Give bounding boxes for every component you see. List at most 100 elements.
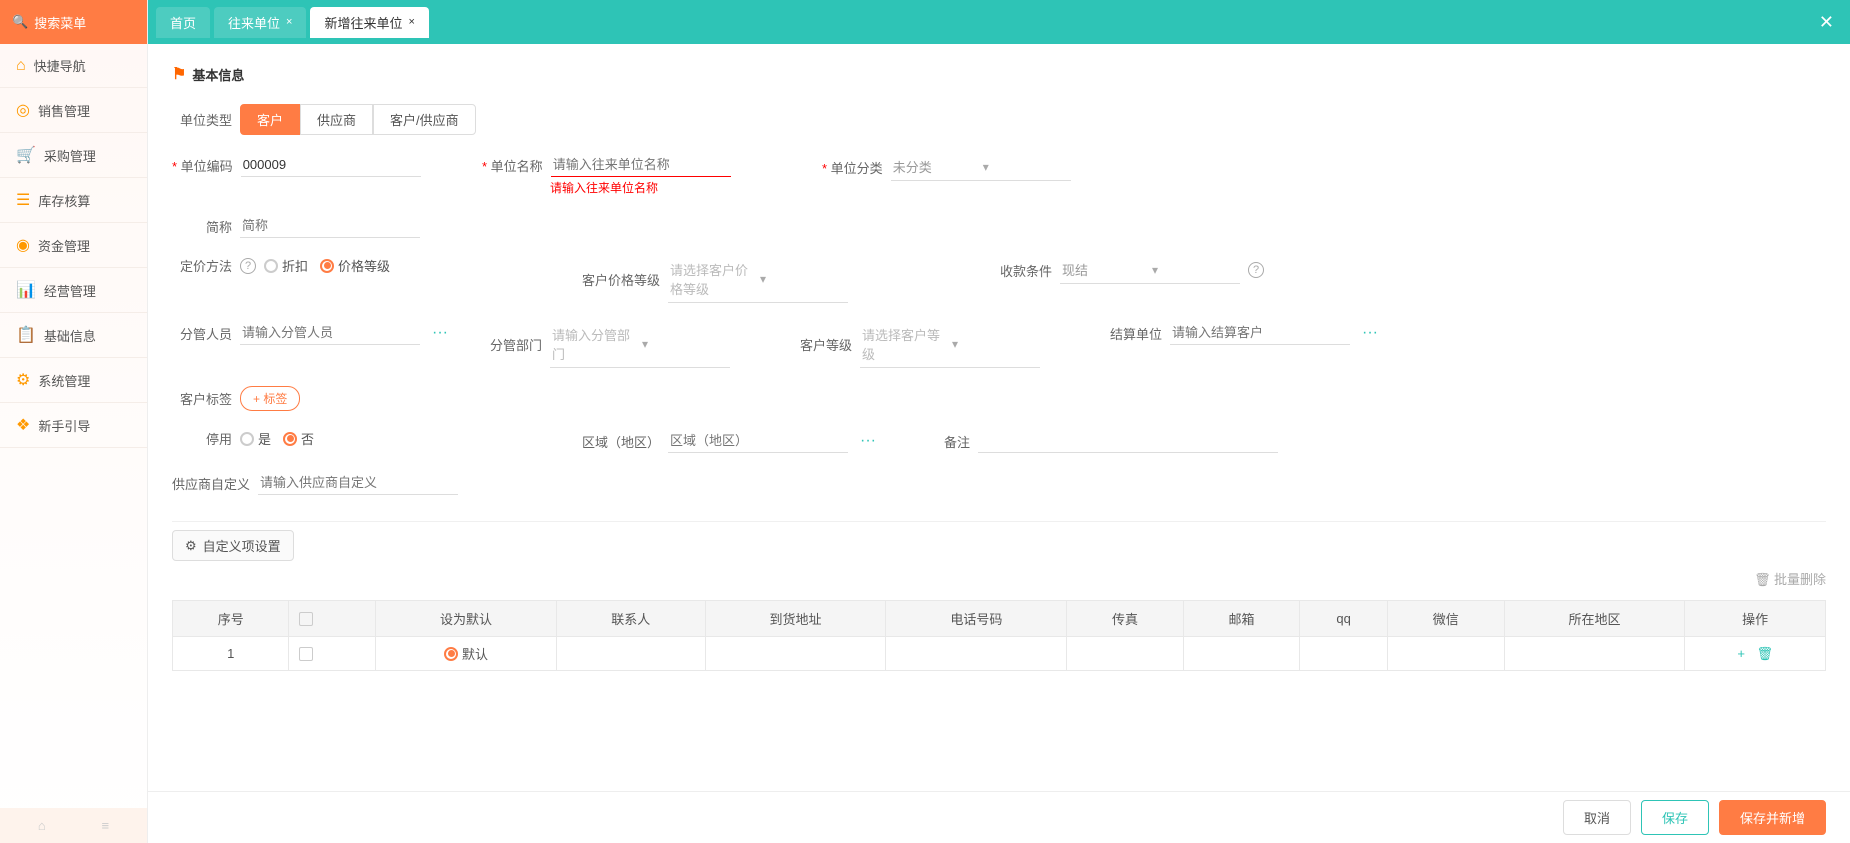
sidebar-item-finance[interactable]: ◉ 资金管理 bbox=[0, 223, 147, 268]
sidebar-item-label: 经营管理 bbox=[44, 281, 96, 300]
sidebar-item-sales[interactable]: ◎ 销售管理 bbox=[0, 88, 147, 133]
payment-terms-help-icon[interactable]: ? bbox=[1248, 262, 1264, 278]
short-name-input[interactable] bbox=[240, 214, 420, 238]
unit-type-row: 单位类型 客户 供应商 客户/供应商 bbox=[172, 104, 1826, 135]
settlement-ellipsis-btn[interactable]: ··· bbox=[1358, 324, 1382, 342]
region-input[interactable] bbox=[668, 429, 848, 453]
code-input[interactable] bbox=[241, 153, 421, 177]
cell-contact bbox=[556, 637, 705, 671]
customer-price-level-select[interactable]: 请选择客户价格等级 ▾ bbox=[668, 256, 848, 303]
tab-new-contact-close[interactable]: × bbox=[408, 16, 414, 28]
pricing-help-icon[interactable]: ? bbox=[240, 258, 256, 274]
table-header-row: 序号 设为默认 联系人 到货地址 电话号码 传真 邮箱 qq 微信 所在地区 操… bbox=[173, 601, 1826, 637]
disabled-no-option[interactable]: 否 bbox=[283, 429, 314, 448]
unit-type-group: 客户 供应商 客户/供应商 bbox=[240, 104, 476, 135]
add-row-btn[interactable]: + bbox=[1737, 646, 1745, 661]
remark-field: 备注 bbox=[910, 429, 1278, 453]
payment-terms-arrow-icon: ▾ bbox=[1152, 263, 1238, 277]
tab-new-contact-label: 新增往来单位 bbox=[324, 13, 402, 32]
tab-contacts[interactable]: 往来单位 × bbox=[214, 7, 306, 38]
col-index: 序号 bbox=[173, 601, 289, 637]
custom-settings-button[interactable]: ⚙ 自定义项设置 bbox=[172, 530, 294, 561]
unit-type-both-btn[interactable]: 客户/供应商 bbox=[373, 104, 476, 135]
sidebar-item-guide[interactable]: ❖ 新手引导 bbox=[0, 403, 147, 448]
default-radio[interactable] bbox=[444, 647, 458, 661]
purchase-icon: 🛒 bbox=[16, 145, 36, 165]
pricing-level-label: 价格等级 bbox=[338, 256, 390, 275]
code-label: 单位编码 bbox=[172, 156, 233, 175]
sidebar-item-label: 销售管理 bbox=[38, 101, 90, 120]
col-qq: qq bbox=[1300, 601, 1388, 637]
customer-price-level-label: 客户价格等级 bbox=[582, 270, 660, 289]
manager-ellipsis-btn[interactable]: ··· bbox=[428, 324, 452, 342]
category-arrow-icon: ▾ bbox=[983, 160, 1069, 174]
unit-type-supplier-btn[interactable]: 供应商 bbox=[300, 104, 373, 135]
pricing-discount-option[interactable]: 折扣 bbox=[264, 256, 308, 275]
cancel-button[interactable]: 取消 bbox=[1563, 800, 1631, 835]
disabled-field: 停用 是 否 bbox=[172, 429, 552, 448]
col-wechat: 微信 bbox=[1388, 601, 1504, 637]
region-ellipsis-btn[interactable]: ··· bbox=[856, 432, 880, 450]
settlement-field: 结算单位 ··· bbox=[1102, 321, 1382, 345]
tab-contacts-close[interactable]: × bbox=[286, 16, 292, 28]
sidebar-item-quick-nav[interactable]: ⌂ 快捷导航 bbox=[0, 44, 147, 88]
col-address: 到货地址 bbox=[705, 601, 886, 637]
cell-address bbox=[705, 637, 886, 671]
disabled-label: 停用 bbox=[172, 429, 232, 448]
sidebar-item-inventory[interactable]: ☰ 库存核算 bbox=[0, 178, 147, 223]
name-input[interactable] bbox=[551, 153, 731, 177]
supplier-custom-field: 供应商自定义 bbox=[172, 471, 552, 495]
payment-terms-select[interactable]: 现结 ▾ bbox=[1060, 256, 1240, 284]
pricing-method-field: 定价方法 ? 折扣 价格等级 bbox=[172, 256, 552, 275]
row-checkbox[interactable] bbox=[299, 647, 313, 661]
disabled-no-radio bbox=[283, 432, 297, 446]
payment-terms-field: 收款条件 现结 ▾ ? bbox=[992, 256, 1272, 284]
window-close-button[interactable]: ✕ bbox=[1811, 12, 1842, 33]
category-label: 单位分类 bbox=[822, 158, 883, 177]
short-name-label: 简称 bbox=[172, 217, 232, 236]
batch-delete-btn[interactable]: 🗑 批量删除 bbox=[172, 569, 1826, 588]
select-all-checkbox[interactable] bbox=[299, 612, 313, 626]
table-row: 1 默认 bbox=[173, 637, 1826, 671]
category-select[interactable]: 未分类 ▾ bbox=[891, 153, 1071, 181]
region-label: 区域（地区） bbox=[582, 432, 660, 451]
pricing-level-option[interactable]: 价格等级 bbox=[320, 256, 390, 275]
cell-index: 1 bbox=[173, 637, 289, 671]
settlement-label: 结算单位 bbox=[1102, 324, 1162, 343]
contacts-table: 序号 设为默认 联系人 到货地址 电话号码 传真 邮箱 qq 微信 所在地区 操… bbox=[172, 600, 1826, 671]
save-button[interactable]: 保存 bbox=[1641, 800, 1709, 835]
remark-input[interactable] bbox=[978, 429, 1278, 453]
cell-fax bbox=[1067, 637, 1183, 671]
department-select[interactable]: 请输入分管部门 ▾ bbox=[550, 321, 730, 368]
supplier-custom-input[interactable] bbox=[258, 471, 458, 495]
disabled-yes-option[interactable]: 是 bbox=[240, 429, 271, 448]
customer-level-arrow-icon: ▾ bbox=[952, 337, 1038, 351]
col-region: 所在地区 bbox=[1504, 601, 1685, 637]
sidebar-item-purchase[interactable]: 🛒 采购管理 bbox=[0, 133, 147, 178]
customer-level-select[interactable]: 请选择客户等级 ▾ bbox=[860, 321, 1040, 368]
save-new-button[interactable]: 保存并新增 bbox=[1719, 800, 1826, 835]
cell-qq bbox=[1300, 637, 1388, 671]
supplier-custom-label: 供应商自定义 bbox=[172, 474, 250, 493]
settlement-input[interactable] bbox=[1170, 321, 1350, 345]
delete-row-btn[interactable]: 🗑 bbox=[1757, 646, 1774, 661]
manager-field: 分管人员 ··· bbox=[172, 321, 452, 345]
sidebar-item-basic[interactable]: 📋 基础信息 bbox=[0, 313, 147, 358]
unit-type-customer-btn[interactable]: 客户 bbox=[240, 104, 300, 135]
sidebar-item-operation[interactable]: 📊 经营管理 bbox=[0, 268, 147, 313]
search-icon: 🔍 bbox=[12, 14, 28, 30]
tab-home-label: 首页 bbox=[170, 13, 196, 32]
manager-input[interactable] bbox=[240, 321, 420, 345]
tab-new-contact[interactable]: 新增往来单位 × bbox=[310, 7, 428, 38]
pricing-method-label: 定价方法 bbox=[172, 256, 232, 275]
basic-icon: 📋 bbox=[16, 325, 36, 345]
name-label: 单位名称 bbox=[482, 156, 543, 175]
department-label: 分管部门 bbox=[482, 335, 542, 354]
tab-contacts-label: 往来单位 bbox=[228, 13, 280, 32]
cell-default: 默认 bbox=[376, 637, 557, 671]
add-tag-button[interactable]: + 标签 bbox=[240, 386, 300, 411]
tab-home[interactable]: 首页 bbox=[156, 7, 210, 38]
sidebar-search[interactable]: 🔍 搜索菜单 bbox=[0, 0, 147, 44]
sidebar-item-label: 库存核算 bbox=[38, 191, 90, 210]
sidebar-item-system[interactable]: ⚙ 系统管理 bbox=[0, 358, 147, 403]
